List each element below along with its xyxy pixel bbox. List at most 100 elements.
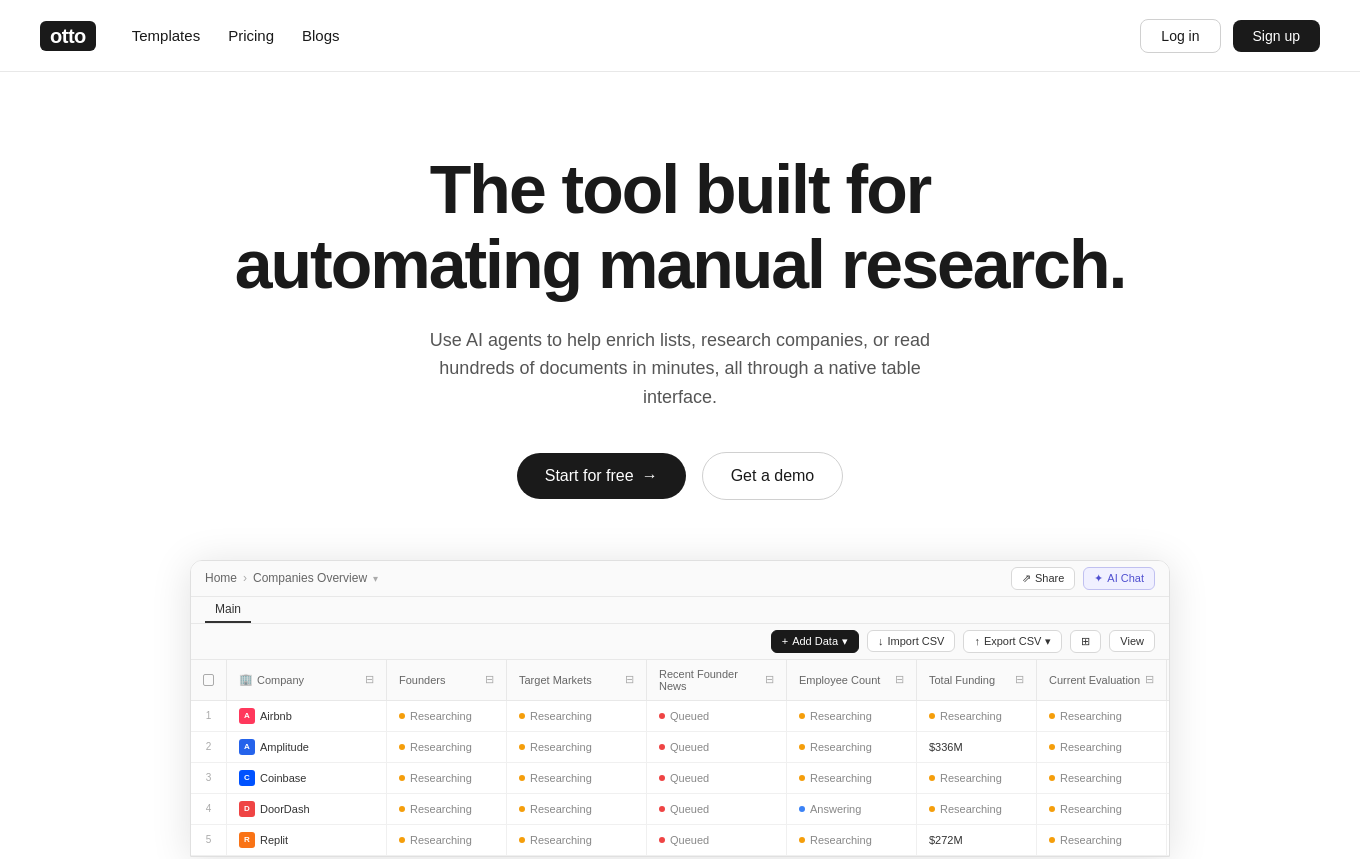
view-button[interactable]: View [1109, 630, 1155, 652]
nav-item-blogs[interactable]: Blogs [302, 27, 340, 45]
th-evaluation[interactable]: Current Evaluation ⊟ [1037, 660, 1167, 700]
news-status-3: Queued [670, 772, 709, 784]
th-news[interactable]: Recent Founder News ⊟ [647, 660, 787, 700]
status-dot-m3 [519, 775, 525, 781]
funding-status-3: Researching [940, 772, 1002, 784]
status-dot-ev1 [1049, 713, 1055, 719]
ai-chat-button[interactable]: ✦ AI Chat [1083, 567, 1155, 590]
td-markets-3: Researching [507, 763, 647, 793]
td-evaluation-5: Researching [1037, 825, 1167, 855]
status-dot-2 [399, 744, 405, 750]
company-name-3: Coinbase [260, 772, 306, 784]
markets-status-1: Researching [530, 710, 592, 722]
nav-item-templates[interactable]: Templates [132, 27, 200, 45]
sort-icon: ⊟ [365, 673, 374, 686]
data-table: 🏢 Company ⊟ Founders ⊟ Target Markets ⊟ … [191, 660, 1169, 856]
th-plus[interactable]: + [1167, 660, 1169, 700]
td-employees-3: Researching [787, 763, 917, 793]
status-dot-m4 [519, 806, 525, 812]
add-data-label: Add Data [792, 635, 838, 647]
login-button[interactable]: Log in [1140, 19, 1220, 53]
status-dot-m5 [519, 837, 525, 843]
th-news-label: Recent Founder News [659, 668, 761, 692]
markets-status-2: Researching [530, 741, 592, 753]
nav-item-pricing[interactable]: Pricing [228, 27, 274, 45]
th-company[interactable]: 🏢 Company ⊟ [227, 660, 387, 700]
sort-icon-news: ⊟ [765, 673, 774, 686]
td-company-2[interactable]: A Amplitude [227, 732, 387, 762]
td-company-1[interactable]: A Airbnb [227, 701, 387, 731]
sparkle-icon: ✦ [1094, 572, 1103, 585]
founders-status-5: Researching [410, 834, 472, 846]
th-checkbox [191, 660, 227, 700]
tab-main[interactable]: Main [205, 597, 251, 623]
breadcrumb-current: Companies Overview [253, 571, 367, 585]
table-row: 3 C Coinbase Researching Researching Que… [191, 763, 1169, 794]
status-dot-m2 [519, 744, 525, 750]
start-free-button[interactable]: Start for free → [517, 453, 686, 499]
table-row: 4 D DoorDash Researching Researching Que… [191, 794, 1169, 825]
add-data-button[interactable]: + Add Data ▾ [771, 630, 859, 653]
export-chevron-icon: ▾ [1045, 635, 1051, 648]
share-button[interactable]: ⇗ Share [1011, 567, 1075, 590]
td-company-3[interactable]: C Coinbase [227, 763, 387, 793]
import-csv-button[interactable]: ↓ Import CSV [867, 630, 955, 652]
th-founders[interactable]: Founders ⊟ [387, 660, 507, 700]
status-dot-n4 [659, 806, 665, 812]
th-employees[interactable]: Employee Count ⊟ [787, 660, 917, 700]
td-checkbox-4[interactable]: 4 [191, 794, 227, 824]
td-company-5[interactable]: R Replit [227, 825, 387, 855]
news-status-4: Queued [670, 803, 709, 815]
td-founders-1: Researching [387, 701, 507, 731]
td-funding-3: Researching [917, 763, 1037, 793]
import-label: Import CSV [888, 635, 945, 647]
nav-link-blogs[interactable]: Blogs [302, 27, 340, 44]
status-dot-n3 [659, 775, 665, 781]
td-company-4[interactable]: D DoorDash [227, 794, 387, 824]
status-dot-f4 [929, 806, 935, 812]
td-evaluation-1: Researching [1037, 701, 1167, 731]
arrow-icon: → [642, 467, 658, 485]
coinbase-logo: C [239, 770, 255, 786]
export-csv-button[interactable]: ↑ Export CSV ▾ [963, 630, 1062, 653]
sort-icon-markets: ⊟ [625, 673, 634, 686]
table-preview-container: Home › Companies Overview ▾ ⇗ Share ✦ AI… [190, 560, 1170, 857]
td-funding-5: $272M [917, 825, 1037, 855]
employees-status-5: Researching [810, 834, 872, 846]
preview-actions: ⇗ Share ✦ AI Chat [1011, 567, 1155, 590]
th-employees-label: Employee Count [799, 674, 880, 686]
grid-view-button[interactable]: ⊞ [1070, 630, 1101, 653]
th-markets[interactable]: Target Markets ⊟ [507, 660, 647, 700]
nav-link-templates[interactable]: Templates [132, 27, 200, 44]
td-checkbox-1[interactable]: 1 [191, 701, 227, 731]
td-employees-4: Answering [787, 794, 917, 824]
doordash-logo: D [239, 801, 255, 817]
get-demo-button[interactable]: Get a demo [702, 452, 844, 500]
td-checkbox-5[interactable]: 5 [191, 825, 227, 855]
preview-wrapper: Home › Companies Overview ▾ ⇗ Share ✦ AI… [0, 560, 1360, 857]
news-status-5: Queued [670, 834, 709, 846]
th-funding[interactable]: Total Funding ⊟ [917, 660, 1037, 700]
signup-button[interactable]: Sign up [1233, 20, 1320, 52]
share-label: Share [1035, 572, 1064, 584]
status-dot-n5 [659, 837, 665, 843]
status-dot-m1 [519, 713, 525, 719]
td-checkbox-2[interactable]: 2 [191, 732, 227, 762]
table-row: 5 R Replit Researching Researching Queue… [191, 825, 1169, 856]
airbnb-logo: A [239, 708, 255, 724]
logo[interactable]: otto [40, 23, 96, 49]
td-funding-2: $336M [917, 732, 1037, 762]
preview-topbar: Home › Companies Overview ▾ ⇗ Share ✦ AI… [191, 561, 1169, 597]
sort-icon-employees: ⊟ [895, 673, 904, 686]
td-founders-4: Researching [387, 794, 507, 824]
breadcrumb-sep1: › [243, 571, 247, 585]
founders-status-4: Researching [410, 803, 472, 815]
row-number-4: 4 [206, 803, 212, 814]
funding-amount-2: $336M [929, 741, 963, 753]
nav-link-pricing[interactable]: Pricing [228, 27, 274, 44]
status-dot-n2 [659, 744, 665, 750]
company-name-1: Airbnb [260, 710, 292, 722]
td-markets-5: Researching [507, 825, 647, 855]
td-checkbox-3[interactable]: 3 [191, 763, 227, 793]
table-row: 1 A Airbnb Researching Researching Queue… [191, 701, 1169, 732]
